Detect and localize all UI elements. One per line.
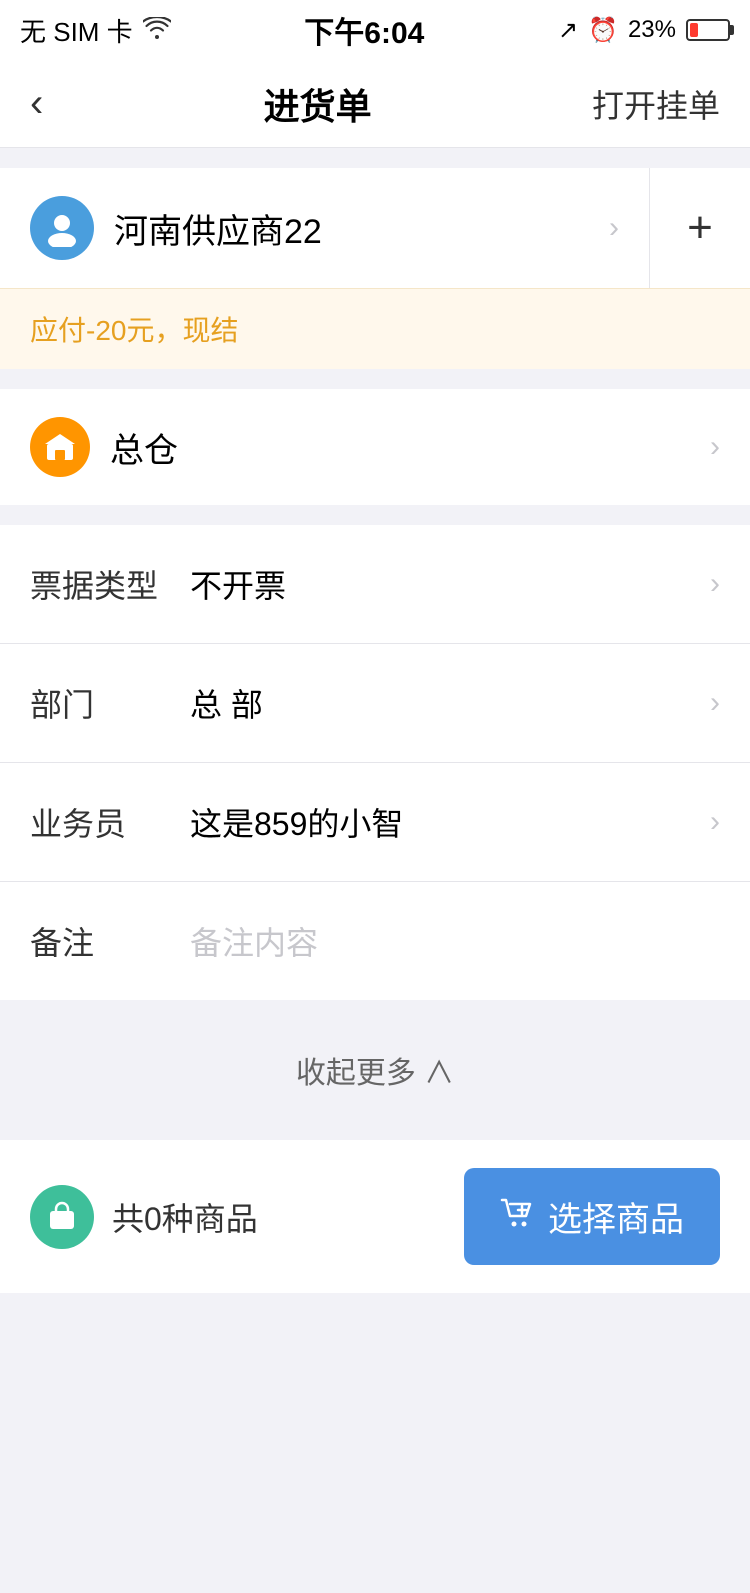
bottom-bar: 共0种商品 选择商品 xyxy=(0,1140,750,1293)
remarks-input[interactable]: 备注内容 xyxy=(160,918,720,964)
collapse-label: 收起更多 ∧ xyxy=(296,1057,454,1090)
invoice-type-label: 票据类型 xyxy=(30,561,160,607)
location-icon: ↗ xyxy=(558,16,578,45)
collapse-row[interactable]: 收起更多 ∧ xyxy=(0,1020,750,1120)
invoice-type-value: 不开票 xyxy=(160,561,700,607)
form-section: 票据类型 不开票 › 部门 总 部 › 业务员 这是859的小智 › 备注 备注… xyxy=(0,525,750,1000)
page-background xyxy=(0,1293,750,1593)
status-right: ↗ ⏰ 23% xyxy=(558,16,730,45)
status-bar: 无 SIM 卡 下午6:04 ↗ ⏰ 23% xyxy=(0,0,750,60)
warehouse-row[interactable]: 总仓 › xyxy=(0,389,750,505)
supplier-avatar xyxy=(30,196,94,260)
wifi-icon xyxy=(143,15,171,46)
notice-text: 应付-20元，现结 xyxy=(30,315,238,346)
goods-bag-icon xyxy=(30,1185,94,1249)
warehouse-label: 总仓 xyxy=(110,423,700,472)
salesperson-label: 业务员 xyxy=(30,799,160,845)
select-goods-button[interactable]: 选择商品 xyxy=(464,1168,720,1265)
supplier-name: 河南供应商22 xyxy=(114,204,599,253)
carrier-label: 无 SIM 卡 xyxy=(20,12,133,49)
department-label: 部门 xyxy=(30,680,160,726)
status-time: 下午6:04 xyxy=(304,8,424,52)
page-title: 进货单 xyxy=(264,78,372,130)
open-pending-button[interactable]: 打开挂单 xyxy=(592,81,720,127)
goods-count-area: 共0种商品 xyxy=(30,1185,258,1249)
salesperson-chevron-icon: › xyxy=(710,805,720,839)
remarks-label: 备注 xyxy=(30,918,160,964)
supplier-section: 河南供应商22 › + xyxy=(0,168,750,288)
warehouse-icon xyxy=(30,417,90,477)
add-supplier-button[interactable]: + xyxy=(650,203,750,253)
salesperson-row[interactable]: 业务员 这是859的小智 › xyxy=(0,763,750,882)
department-chevron-icon: › xyxy=(710,686,720,720)
section-gap-1 xyxy=(0,148,750,168)
invoice-type-row[interactable]: 票据类型 不开票 › xyxy=(0,525,750,644)
remarks-row[interactable]: 备注 备注内容 xyxy=(0,882,750,1000)
select-goods-label: 选择商品 xyxy=(548,1192,684,1241)
warehouse-chevron-icon: › xyxy=(710,430,720,464)
cart-icon xyxy=(500,1198,534,1236)
department-row[interactable]: 部门 总 部 › xyxy=(0,644,750,763)
supplier-chevron-icon: › xyxy=(609,211,619,245)
goods-count-text: 共0种商品 xyxy=(112,1194,258,1240)
notice-banner: 应付-20元，现结 xyxy=(0,288,750,369)
department-value: 总 部 xyxy=(160,680,700,726)
battery-icon xyxy=(686,19,730,41)
supplier-select-row[interactable]: 河南供应商22 › xyxy=(0,168,650,288)
battery-pct: 23% xyxy=(628,16,676,44)
alarm-icon: ⏰ xyxy=(588,16,618,45)
invoice-type-chevron-icon: › xyxy=(710,567,720,601)
back-button[interactable]: ‹ xyxy=(30,81,43,126)
salesperson-value: 这是859的小智 xyxy=(160,799,700,845)
nav-bar: ‹ 进货单 打开挂单 xyxy=(0,60,750,148)
status-left: 无 SIM 卡 xyxy=(20,12,171,49)
